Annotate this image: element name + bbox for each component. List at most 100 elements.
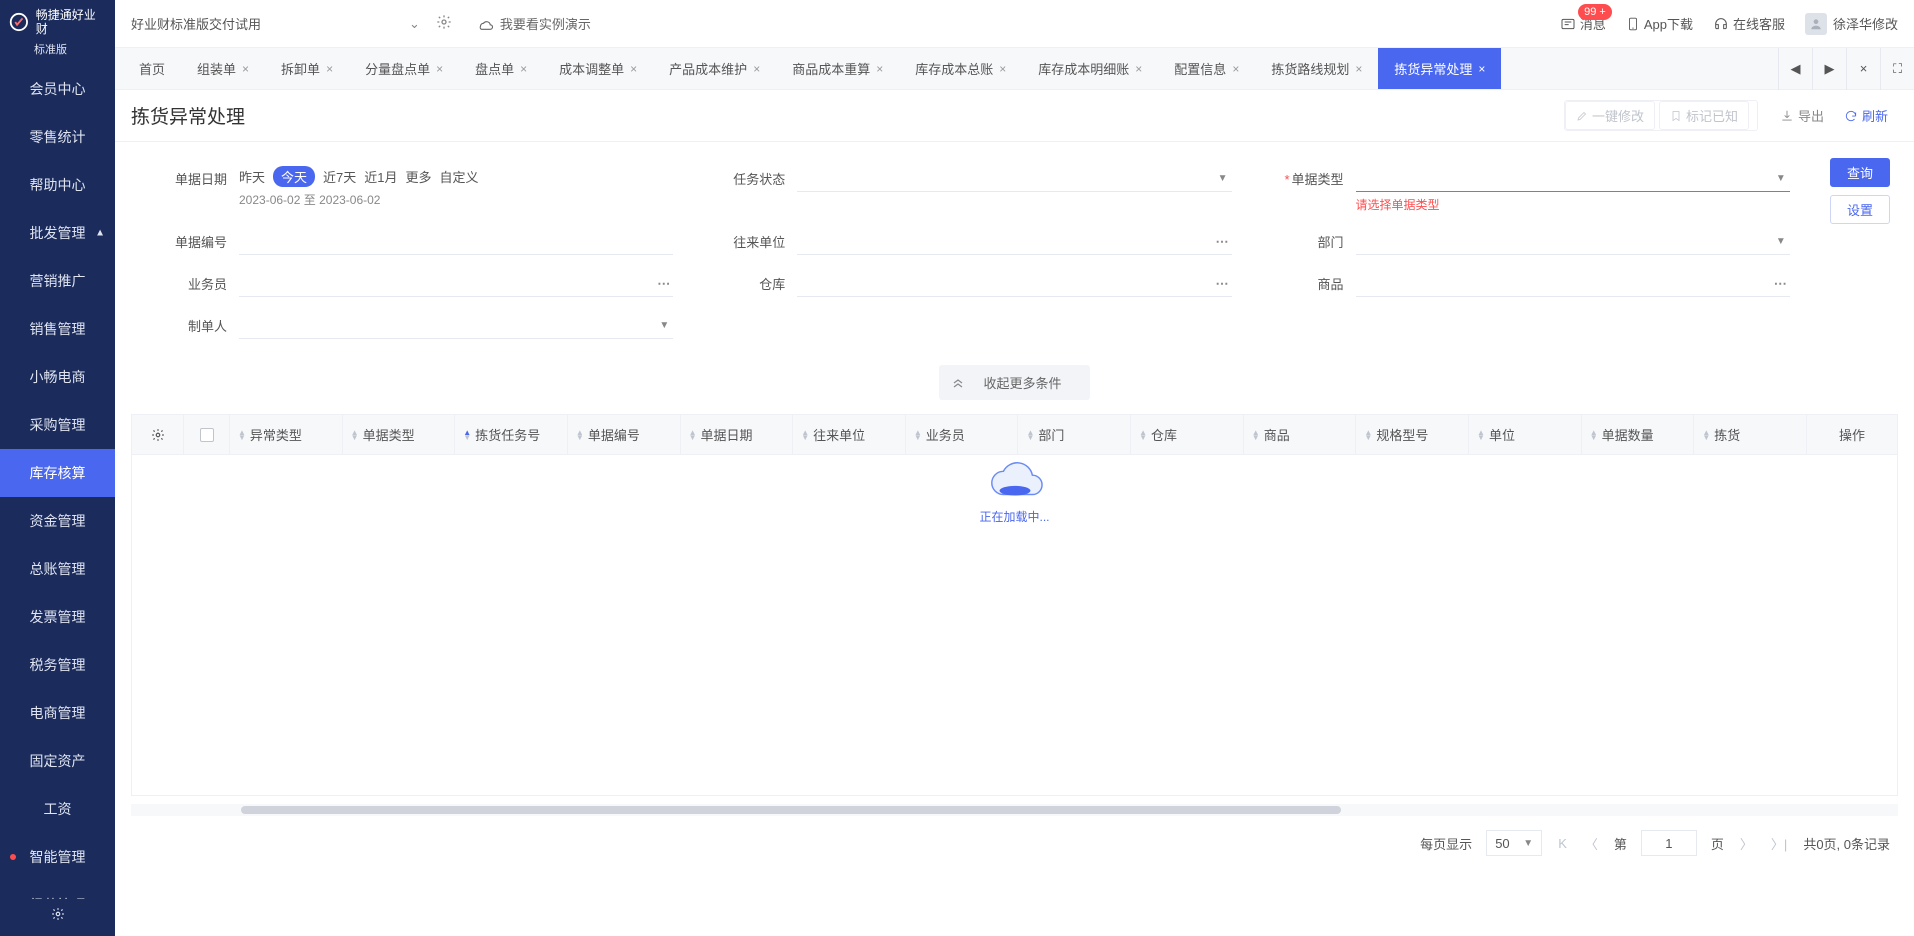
column-header[interactable]: ▲▼拣货任务号: [455, 415, 568, 454]
next-page-button[interactable]: 〉: [1738, 834, 1755, 853]
select-all[interactable]: [184, 415, 230, 454]
prev-page-button[interactable]: 〈: [1583, 834, 1600, 853]
date-option[interactable]: 自定义: [440, 167, 479, 186]
tab[interactable]: 库存成本总账×: [899, 48, 1022, 89]
mark-known-button[interactable]: 标记已知: [1659, 101, 1749, 130]
sidebar-item[interactable]: 采购管理: [0, 401, 115, 449]
tab[interactable]: 首页: [123, 48, 181, 89]
close-icon[interactable]: ×: [520, 62, 527, 76]
column-header[interactable]: ▲▼异常类型: [230, 415, 343, 454]
column-header[interactable]: ▲▼仓库: [1131, 415, 1244, 454]
date-option[interactable]: 近1月: [364, 167, 397, 186]
query-button[interactable]: 查询: [1830, 158, 1890, 187]
close-icon[interactable]: ×: [999, 62, 1006, 76]
first-page-button[interactable]: K: [1556, 836, 1569, 851]
doc-type-select[interactable]: ▼: [1356, 166, 1790, 192]
tab[interactable]: 组装单×: [181, 48, 265, 89]
sidebar-item[interactable]: 税务管理: [0, 641, 115, 689]
checkbox[interactable]: [200, 428, 214, 442]
salesman-input[interactable]: ⋯: [239, 271, 673, 297]
close-icon[interactable]: ×: [1355, 62, 1362, 76]
tab-next[interactable]: ▶: [1812, 48, 1846, 90]
close-icon[interactable]: ×: [753, 62, 760, 76]
sidebar-item[interactable]: 总账管理: [0, 545, 115, 593]
last-page-button[interactable]: 〉|: [1769, 834, 1789, 853]
export-button[interactable]: 导出: [1770, 102, 1834, 129]
messages-button[interactable]: 消息 99 +: [1560, 14, 1606, 33]
column-header[interactable]: ▲▼单位: [1469, 415, 1582, 454]
refresh-button[interactable]: 刷新: [1834, 102, 1898, 129]
sidebar-item[interactable]: 营销推广: [0, 257, 115, 305]
tab-fullscreen[interactable]: ⛶: [1880, 48, 1914, 90]
page-size-select[interactable]: 50▼: [1486, 830, 1542, 856]
tab[interactable]: 商品成本重算×: [776, 48, 899, 89]
close-icon[interactable]: ×: [1232, 62, 1239, 76]
column-header[interactable]: ▲▼业务员: [906, 415, 1019, 454]
sidebar-item[interactable]: 电商管理: [0, 689, 115, 737]
sidebar-item[interactable]: 小畅电商: [0, 353, 115, 401]
creator-select[interactable]: ▼: [239, 313, 673, 339]
sidebar-item[interactable]: 库存核算: [0, 449, 115, 497]
user-menu[interactable]: 徐泽华修改: [1805, 13, 1898, 35]
topbar-settings[interactable]: [436, 14, 452, 33]
close-icon[interactable]: ×: [326, 62, 333, 76]
page-input[interactable]: 1: [1641, 830, 1697, 856]
tab-prev[interactable]: ◀: [1778, 48, 1812, 90]
sidebar-item[interactable]: 发票管理: [0, 593, 115, 641]
close-icon[interactable]: ×: [876, 62, 883, 76]
settings-button[interactable]: 设置: [1830, 195, 1890, 224]
column-header[interactable]: ▲▼单据编号: [568, 415, 681, 454]
close-icon[interactable]: ×: [1478, 62, 1485, 76]
product-selector[interactable]: 好业财标准版交付试用 ⌄: [131, 14, 420, 33]
tab[interactable]: 拣货异常处理×: [1378, 48, 1501, 89]
tab[interactable]: 拆卸单×: [265, 48, 349, 89]
sidebar-item[interactable]: 零售统计: [0, 113, 115, 161]
column-header[interactable]: ▲▼规格型号: [1356, 415, 1469, 454]
tab-close-all[interactable]: ×: [1846, 48, 1880, 90]
date-option[interactable]: 今天: [273, 166, 315, 187]
sidebar-item[interactable]: 帮助中心: [0, 161, 115, 209]
task-status-select[interactable]: ▼: [797, 166, 1231, 192]
column-header[interactable]: ▲▼单据日期: [681, 415, 794, 454]
sidebar-item[interactable]: 智能管理: [0, 833, 115, 881]
sidebar-item[interactable]: 批发管理▲: [0, 209, 115, 257]
sidebar-item[interactable]: 工资: [0, 785, 115, 833]
tab[interactable]: 盘点单×: [459, 48, 543, 89]
demo-link[interactable]: 我要看实例演示: [476, 14, 591, 33]
sidebar-item[interactable]: 会员中心: [0, 65, 115, 113]
online-service[interactable]: 在线客服: [1713, 14, 1785, 33]
grid-settings[interactable]: [132, 415, 184, 454]
column-header[interactable]: ▲▼拣货: [1694, 415, 1807, 454]
close-icon[interactable]: ×: [1135, 62, 1142, 76]
sidebar-item[interactable]: 销售管理: [0, 305, 115, 353]
tab[interactable]: 成本调整单×: [543, 48, 653, 89]
tab[interactable]: 配置信息×: [1158, 48, 1255, 89]
date-option[interactable]: 昨天: [239, 167, 265, 186]
collapse-toggle[interactable]: 收起更多条件: [115, 359, 1914, 406]
sidebar-item[interactable]: 固定资产: [0, 737, 115, 785]
tab[interactable]: 产品成本维护×: [653, 48, 776, 89]
column-header[interactable]: ▲▼往来单位: [793, 415, 906, 454]
app-download[interactable]: App下载: [1626, 14, 1693, 33]
date-option[interactable]: 更多: [406, 167, 432, 186]
tab[interactable]: 库存成本明细账×: [1022, 48, 1158, 89]
column-header[interactable]: ▲▼商品: [1244, 415, 1357, 454]
product-input[interactable]: ⋯: [1356, 271, 1790, 297]
sidebar-item[interactable]: 经营管理: [0, 881, 115, 899]
sidebar-settings[interactable]: [0, 899, 115, 936]
partner-input[interactable]: ⋯: [797, 229, 1231, 255]
batch-edit-button[interactable]: 一键修改: [1565, 101, 1655, 130]
dept-select[interactable]: ▼: [1356, 229, 1790, 255]
column-header[interactable]: ▲▼部门: [1018, 415, 1131, 454]
close-icon[interactable]: ×: [242, 62, 249, 76]
close-icon[interactable]: ×: [630, 62, 637, 76]
doc-no-input[interactable]: [239, 229, 673, 255]
column-header[interactable]: ▲▼单据数量: [1582, 415, 1695, 454]
tab[interactable]: 拣货路线规划×: [1255, 48, 1378, 89]
horizontal-scrollbar[interactable]: [131, 804, 1898, 816]
warehouse-input[interactable]: ⋯: [797, 271, 1231, 297]
sidebar-item[interactable]: 资金管理: [0, 497, 115, 545]
date-option[interactable]: 近7天: [323, 167, 356, 186]
tab[interactable]: 分量盘点单×: [349, 48, 459, 89]
close-icon[interactable]: ×: [436, 62, 443, 76]
